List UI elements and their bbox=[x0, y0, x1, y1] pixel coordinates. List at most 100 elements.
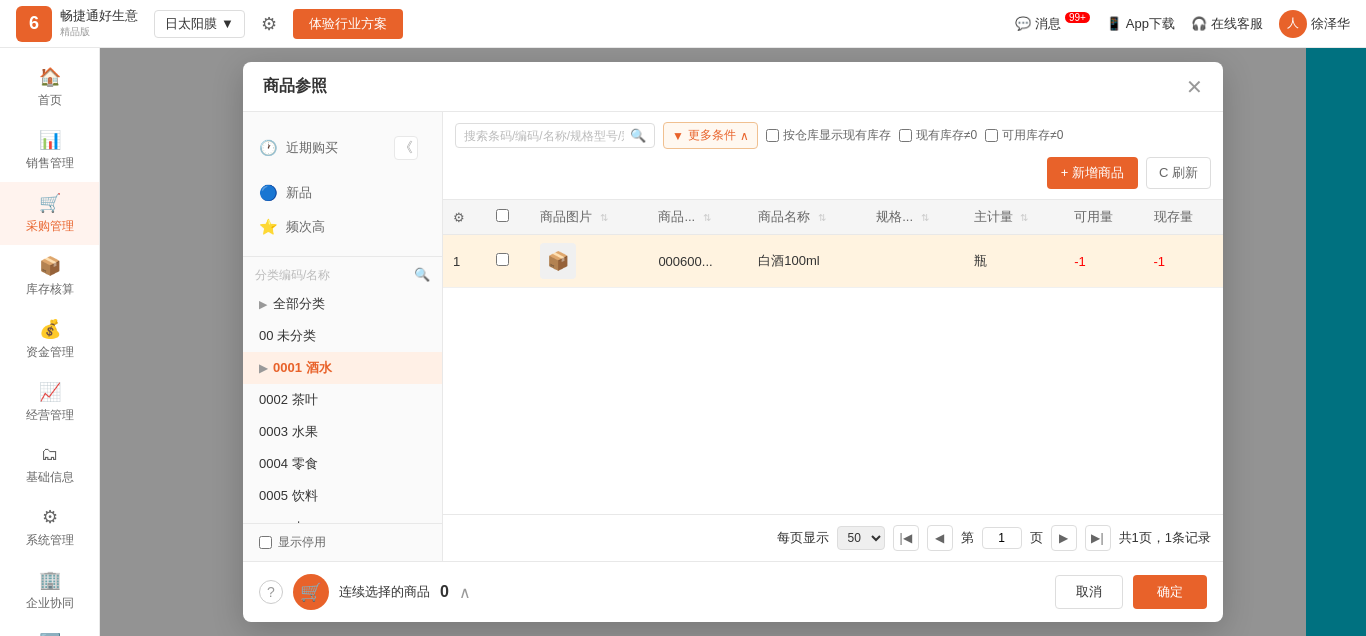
page-input[interactable] bbox=[982, 527, 1022, 549]
sidebar-item-system[interactable]: ⚙ 系统管理 bbox=[0, 496, 99, 559]
sidebar-item-enterprise[interactable]: 🏢 企业协同 bbox=[0, 559, 99, 622]
modal-title: 商品参照 bbox=[263, 76, 327, 97]
col-name: 商品名称 ⇅ bbox=[748, 200, 866, 235]
available-checkbox[interactable] bbox=[899, 129, 912, 142]
sidebar-item-sales[interactable]: 📊 销售管理 bbox=[0, 119, 99, 182]
col-code: 商品... ⇅ bbox=[648, 200, 748, 235]
sales-icon: 📊 bbox=[39, 129, 61, 151]
product-search-input[interactable] bbox=[464, 129, 624, 143]
sidebar-item-inventory[interactable]: 📦 库存核算 bbox=[0, 245, 99, 308]
table-row[interactable]: 1 📦 000600... 白酒100ml bbox=[443, 235, 1223, 288]
footer-collapse-icon[interactable]: ∧ bbox=[459, 583, 471, 602]
product-search-icon[interactable]: 🔍 bbox=[630, 128, 646, 143]
row-spec bbox=[866, 235, 964, 288]
divider bbox=[243, 256, 442, 257]
new-icon: 🔵 bbox=[259, 184, 278, 202]
nav-recent[interactable]: 🕐 近期购买 《 bbox=[243, 120, 442, 176]
col-available: 可用量 bbox=[1064, 200, 1143, 235]
category-0003[interactable]: 0003 水果 bbox=[243, 416, 442, 448]
refresh-btn[interactable]: C 刷新 bbox=[1146, 157, 1211, 189]
exp-btn[interactable]: 体验行业方案 bbox=[293, 9, 403, 39]
category-search-icon[interactable]: 🔍 bbox=[414, 267, 430, 282]
sidebar-item-finance[interactable]: 💰 资金管理 bbox=[0, 308, 99, 371]
category-0004[interactable]: 0004 零食 bbox=[243, 448, 442, 480]
row-stock: -1 bbox=[1144, 235, 1223, 288]
row-num: 1 bbox=[443, 235, 486, 288]
modal-close-button[interactable]: ✕ bbox=[1186, 77, 1203, 97]
collapse-btn[interactable]: 《 bbox=[394, 136, 418, 160]
checkbox-available[interactable]: 现有库存≠0 bbox=[899, 127, 977, 144]
help-icon[interactable]: ? bbox=[259, 580, 283, 604]
sidebar-item-basic[interactable]: 🗂 基础信息 bbox=[0, 434, 99, 496]
next-page-btn[interactable]: ▶ bbox=[1051, 525, 1077, 551]
usable-checkbox[interactable] bbox=[985, 129, 998, 142]
row-code: 000600... bbox=[648, 235, 748, 288]
left-panel: 🕐 近期购买 《 🔵 新品 ⭐ 频次高 bbox=[243, 112, 443, 561]
row-unit: 瓶 bbox=[964, 235, 1064, 288]
sidebar-item-business[interactable]: 📈 经营管理 bbox=[0, 371, 99, 434]
category-0005[interactable]: 0005 饮料 bbox=[243, 480, 442, 512]
checkbox-warehouse[interactable]: 按仓库显示现有库存 bbox=[766, 127, 891, 144]
show-disabled-checkbox[interactable] bbox=[259, 536, 272, 549]
nav-msg[interactable]: 💬 消息 99+ bbox=[1015, 15, 1090, 33]
sidebar-item-guide[interactable]: 🆕 新手引导 bbox=[0, 622, 99, 636]
select-all-checkbox[interactable] bbox=[496, 209, 509, 222]
cancel-btn[interactable]: 取消 bbox=[1055, 575, 1123, 609]
left-panel-nav: 🕐 近期购买 《 🔵 新品 ⭐ 频次高 bbox=[243, 112, 442, 252]
content-area: 商品参照 ✕ 🕐 近期购买 《 � bbox=[100, 48, 1366, 636]
modal-overlay: 商品参照 ✕ 🕐 近期购买 《 � bbox=[100, 48, 1366, 636]
category-0001[interactable]: ▶ 0001 酒水 bbox=[243, 352, 442, 384]
nav-right: 💬 消息 99+ 📱 App下载 🎧 在线客服 人 徐泽华 bbox=[1015, 10, 1350, 38]
category-00[interactable]: 00 未分类 bbox=[243, 320, 442, 352]
cart-icon[interactable]: 🛒 bbox=[293, 574, 329, 610]
table-container: ⚙ 商品图片 ⇅ 商品... ⇅ bbox=[443, 200, 1223, 514]
category-all[interactable]: ▶ 全部分类 bbox=[243, 288, 442, 320]
col-settings[interactable]: ⚙ bbox=[443, 200, 486, 235]
nav-app-download[interactable]: 📱 App下载 bbox=[1106, 15, 1175, 33]
filter-icon: ▼ bbox=[672, 129, 684, 143]
nav-selector[interactable]: 日太阳膜 ▼ bbox=[154, 10, 245, 38]
finance-icon: 💰 bbox=[39, 318, 61, 340]
logo-text: 畅捷通好生意 精品版 bbox=[60, 8, 138, 39]
nav-service[interactable]: 🎧 在线客服 bbox=[1191, 15, 1263, 33]
sidebar-item-purchase[interactable]: 🛒 采购管理 bbox=[0, 182, 99, 245]
toolbar-right: + 新增商品 C 刷新 bbox=[1047, 157, 1211, 189]
page-size-select[interactable]: 50 bbox=[837, 526, 885, 550]
warehouse-checkbox[interactable] bbox=[766, 129, 779, 142]
logo-area: 6 畅捷通好生意 精品版 bbox=[16, 6, 138, 42]
category-list: ▶ 全部分类 00 未分类 ▶ 0001 酒水 0002 茶 bbox=[243, 288, 442, 523]
settings-icon[interactable]: ⚙ bbox=[253, 8, 285, 40]
checkbox-usable[interactable]: 可用库存≠0 bbox=[985, 127, 1063, 144]
nav-user[interactable]: 人 徐泽华 bbox=[1279, 10, 1350, 38]
modal-footer: ? 🛒 连续选择的商品 0 ∧ 取消 确定 bbox=[243, 561, 1223, 622]
sidebar-item-home[interactable]: 🏠 首页 bbox=[0, 56, 99, 119]
category-search-input[interactable] bbox=[255, 268, 408, 282]
category-0002[interactable]: 0002 茶叶 bbox=[243, 384, 442, 416]
confirm-btn[interactable]: 确定 bbox=[1133, 575, 1207, 609]
home-icon: 🏠 bbox=[39, 66, 61, 88]
row-checkbox bbox=[486, 235, 530, 288]
nav-frequent[interactable]: ⭐ 频次高 bbox=[243, 210, 442, 244]
row-name: 白酒100ml bbox=[748, 235, 866, 288]
pagination: 每页显示 50 |◀ ◀ 第 页 ▶ ▶| 共1页，1条记录 bbox=[443, 514, 1223, 561]
filter-btn[interactable]: ▼ 更多条件 ∧ bbox=[663, 122, 758, 149]
logo-icon: 6 bbox=[16, 6, 52, 42]
prev-page-btn[interactable]: ◀ bbox=[927, 525, 953, 551]
product-thumbnail: 📦 bbox=[540, 243, 576, 279]
row-img: 📦 bbox=[530, 235, 648, 288]
col-stock: 现存量 bbox=[1144, 200, 1223, 235]
purchase-icon: 🛒 bbox=[39, 192, 61, 214]
category-0008[interactable]: 0008 水 bbox=[243, 512, 442, 523]
row-select-checkbox[interactable] bbox=[496, 253, 509, 266]
main-layout: 🏠 首页 📊 销售管理 🛒 采购管理 📦 库存核算 💰 资金管理 📈 经营管理 … bbox=[0, 48, 1366, 636]
add-product-btn[interactable]: + 新增商品 bbox=[1047, 157, 1138, 189]
modal-body: 🕐 近期购买 《 🔵 新品 ⭐ 频次高 bbox=[243, 112, 1223, 561]
footer-left: ? 🛒 连续选择的商品 0 ∧ bbox=[259, 574, 471, 610]
col-spec: 规格... ⇅ bbox=[866, 200, 964, 235]
first-page-btn[interactable]: |◀ bbox=[893, 525, 919, 551]
sidebar: 🏠 首页 📊 销售管理 🛒 采购管理 📦 库存核算 💰 资金管理 📈 经营管理 … bbox=[0, 48, 100, 636]
recent-icon: 🕐 bbox=[259, 139, 278, 157]
last-page-btn[interactable]: ▶| bbox=[1085, 525, 1111, 551]
col-img: 商品图片 ⇅ bbox=[530, 200, 648, 235]
nav-new[interactable]: 🔵 新品 bbox=[243, 176, 442, 210]
